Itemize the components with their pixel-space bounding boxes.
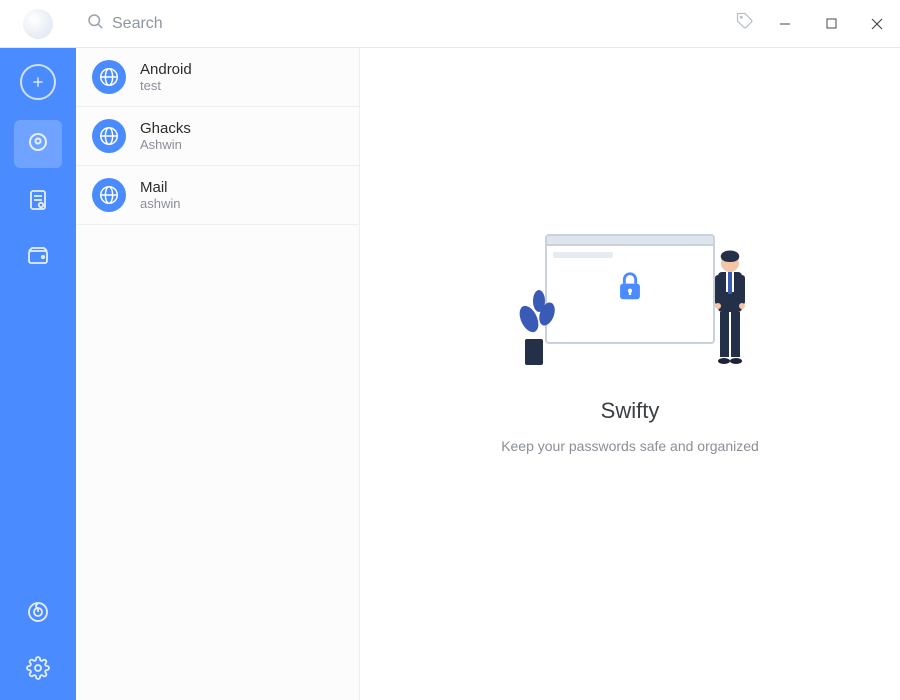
sidebar-item-notes[interactable]: [14, 176, 62, 224]
sidebar-item-identity[interactable]: [14, 120, 62, 168]
sidebar-item-wallet[interactable]: [14, 232, 62, 280]
entry-subtitle: ashwin: [140, 196, 180, 211]
person-icon: [705, 249, 755, 374]
sidebar: [0, 48, 76, 700]
empty-subheading: Keep your passwords safe and organized: [501, 438, 759, 454]
globe-icon: [92, 119, 126, 153]
window-controls: [762, 0, 900, 48]
close-button[interactable]: [854, 0, 900, 48]
entry-title: Android: [140, 61, 192, 78]
entry-list: Android test Ghacks Ashwin Mail ashwin: [76, 48, 360, 700]
globe-icon: [92, 60, 126, 94]
empty-state: Swifty Keep your passwords safe and orga…: [360, 48, 900, 700]
maximize-button[interactable]: [808, 0, 854, 48]
search-input[interactable]: [112, 15, 312, 33]
pot-icon: [521, 339, 547, 374]
entry-title: Ghacks: [140, 120, 191, 137]
list-item[interactable]: Android test: [76, 48, 359, 107]
sidebar-item-generator[interactable]: [14, 588, 62, 636]
add-button[interactable]: [20, 64, 56, 100]
entry-subtitle: Ashwin: [140, 137, 191, 152]
illustration: [515, 214, 745, 374]
sidebar-item-settings[interactable]: [14, 644, 62, 692]
logo-circle: [23, 9, 53, 39]
globe-icon: [92, 178, 126, 212]
search-icon: [86, 12, 104, 35]
list-item[interactable]: Mail ashwin: [76, 166, 359, 225]
window-graphic: [545, 234, 715, 344]
lock-icon: [613, 270, 647, 309]
entry-title: Mail: [140, 179, 180, 196]
list-item[interactable]: Ghacks Ashwin: [76, 107, 359, 166]
minimize-button[interactable]: [762, 0, 808, 48]
app-logo: [0, 0, 76, 48]
empty-heading: Swifty: [601, 398, 660, 424]
tag-icon[interactable]: [736, 12, 754, 35]
entry-subtitle: test: [140, 78, 192, 93]
